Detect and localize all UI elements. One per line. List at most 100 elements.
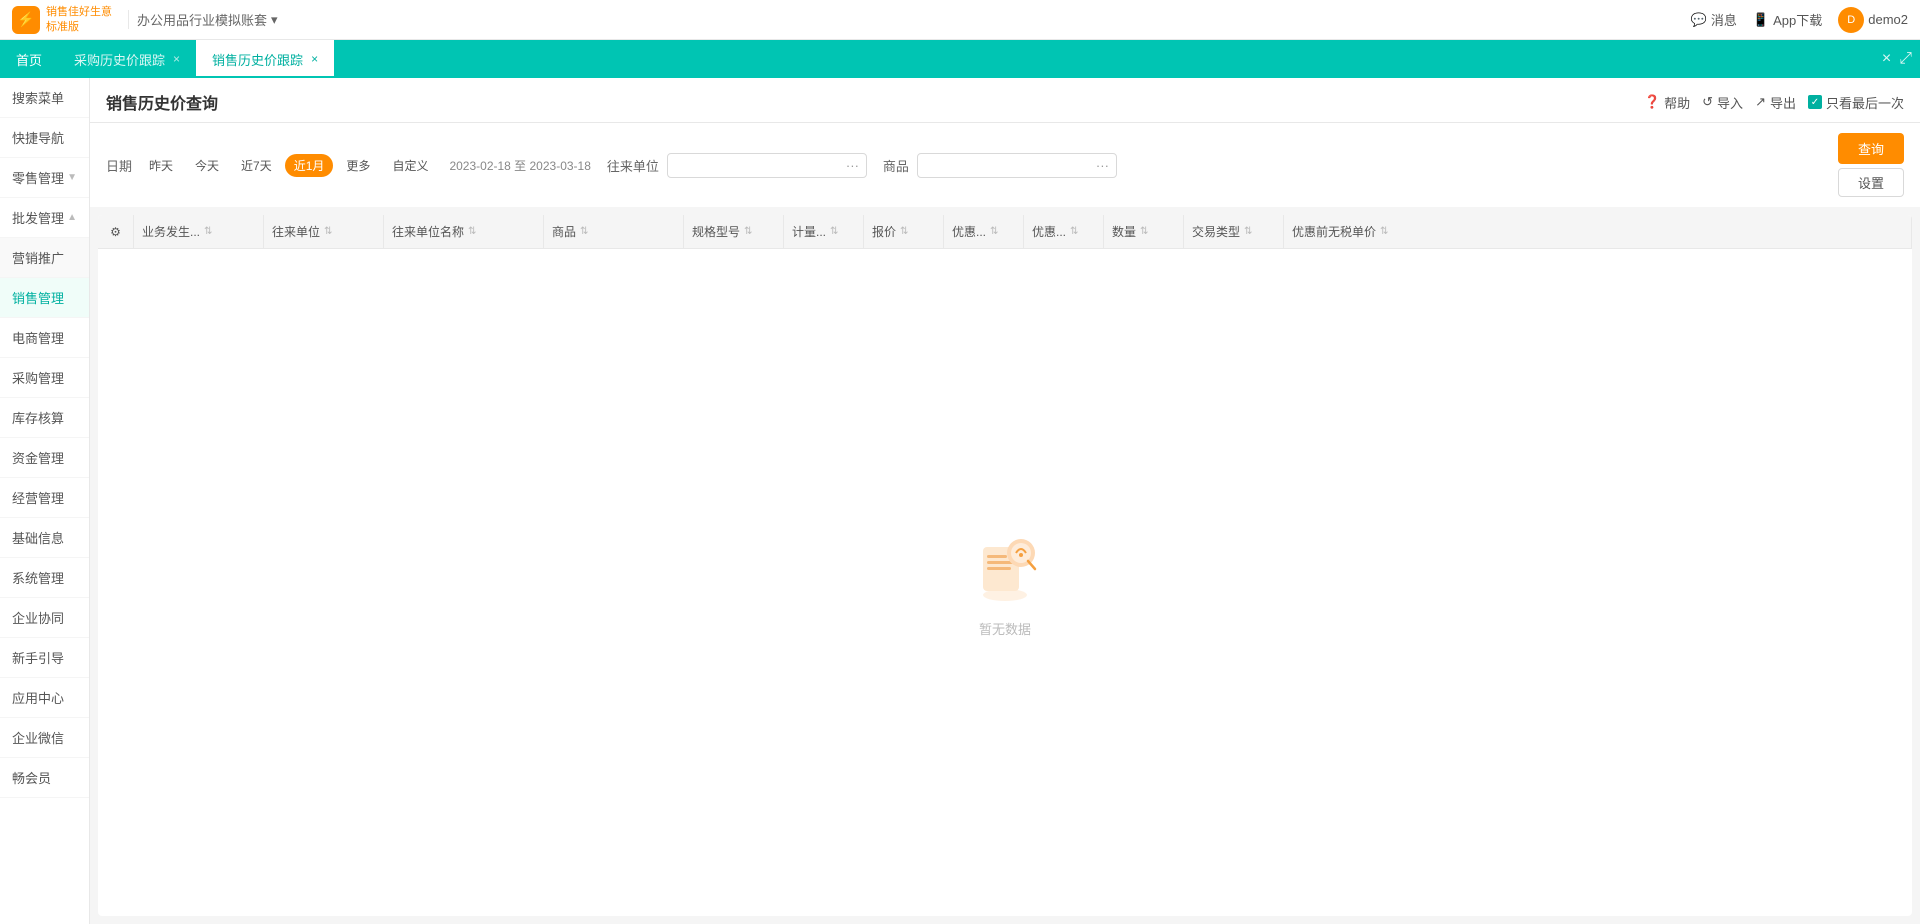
- page-header: 销售历史价查询 ❓ 帮助 ↺ 导入 ↗ 导出 ✓: [90, 78, 1920, 123]
- sidebar-item-wholesale-mgmt[interactable]: 批发管理 ▲: [0, 198, 89, 238]
- sidebar-item-new-guide[interactable]: 新手引导: [0, 638, 89, 678]
- product-input[interactable]: [917, 153, 1117, 178]
- th-date[interactable]: 业务发生... ⇅: [134, 215, 264, 248]
- export-btn[interactable]: ↗ 导出: [1755, 93, 1796, 112]
- settings-gear-icon: ⚙: [110, 225, 121, 239]
- top-bar: ⚡ 销售佳好生意 标准版 办公用品行业模拟账套 ▾ 💬 消息 📱 App下载 D…: [0, 0, 1920, 40]
- partner-input[interactable]: [667, 153, 867, 178]
- sort-icon: ⇅: [1380, 226, 1388, 237]
- import-btn[interactable]: ↺ 导入: [1702, 93, 1743, 112]
- date-btn-yesterday[interactable]: 昨天: [140, 154, 182, 177]
- sidebar-item-basic-info[interactable]: 基础信息: [0, 518, 89, 558]
- date-range-text: 2023-02-18 至 2023-03-18: [449, 157, 590, 174]
- th-trade-type[interactable]: 交易类型 ⇅: [1184, 215, 1284, 248]
- page-title: 销售历史价查询: [106, 90, 218, 114]
- date-btn-today[interactable]: 今天: [186, 154, 228, 177]
- th-spec[interactable]: 规格型号 ⇅: [684, 215, 784, 248]
- th-discount2[interactable]: 优惠... ⇅: [1024, 215, 1104, 248]
- only-last-checkbox[interactable]: ✓ 只看最后一次: [1808, 93, 1904, 112]
- sort-icon: ⇅: [204, 226, 212, 237]
- date-buttons: 昨天 今天 近7天 近1月 更多 自定义: [140, 154, 437, 177]
- user-profile-btn[interactable]: D demo2: [1838, 7, 1908, 33]
- message-btn[interactable]: 💬 消息: [1691, 10, 1737, 29]
- tab-home[interactable]: 首页: [0, 40, 58, 78]
- export-icon: ↗: [1755, 94, 1766, 110]
- sort-icon: ⇅: [990, 226, 998, 237]
- table-body: 暂无数据: [98, 249, 1912, 916]
- sidebar-item-enterprise-wechat[interactable]: 企业微信: [0, 718, 89, 758]
- tab-bar: 首页 采购历史价跟踪 × 销售历史价跟踪 × × ⤢: [0, 40, 1920, 78]
- partner-input-wrap: ···: [667, 153, 867, 178]
- sidebar-item-system-mgmt[interactable]: 系统管理: [0, 558, 89, 598]
- sort-icon: ⇅: [468, 226, 476, 237]
- help-btn[interactable]: ❓ 帮助: [1644, 93, 1690, 112]
- product-filter-group: 商品 ···: [883, 153, 1117, 178]
- message-icon: 💬: [1691, 12, 1707, 28]
- th-price[interactable]: 报价 ⇅: [864, 215, 944, 248]
- date-btn-1month[interactable]: 近1月: [285, 154, 334, 177]
- top-bar-left: ⚡ 销售佳好生意 标准版 办公用品行业模拟账套 ▾: [12, 5, 286, 34]
- app-selector[interactable]: 办公用品行业模拟账套 ▾: [128, 10, 286, 29]
- product-label: 商品: [883, 156, 909, 175]
- empty-state: 暂无数据: [98, 249, 1912, 916]
- th-gear[interactable]: ⚙: [98, 215, 134, 248]
- tab-purchase-history[interactable]: 采购历史价跟踪 ×: [58, 40, 196, 78]
- query-button[interactable]: 查询: [1838, 133, 1904, 164]
- content-area: 销售历史价查询 ❓ 帮助 ↺ 导入 ↗ 导出 ✓: [90, 78, 1920, 924]
- checkbox-icon: ✓: [1808, 95, 1822, 109]
- date-filter-group: 日期 昨天 今天 近7天 近1月 更多 自定义 2023-02-18 至 202…: [106, 154, 591, 177]
- th-unit[interactable]: 计量... ⇅: [784, 215, 864, 248]
- sidebar-item-search-menu[interactable]: 搜索菜单: [0, 78, 89, 118]
- logo-icon: ⚡: [12, 6, 40, 34]
- sort-icon: ⇅: [1140, 226, 1148, 237]
- sidebar-item-inventory[interactable]: 库存核算: [0, 398, 89, 438]
- date-label: 日期: [106, 156, 132, 175]
- sidebar-item-purchase-mgmt[interactable]: 采购管理: [0, 358, 89, 398]
- sidebar-subitem-sales-mgmt[interactable]: 销售管理: [0, 278, 89, 318]
- app-download-btn[interactable]: 📱 App下载: [1753, 10, 1822, 29]
- th-unit-code[interactable]: 往来单位 ⇅: [264, 215, 384, 248]
- sort-icon: ⇅: [830, 226, 838, 237]
- sidebar-item-app-center[interactable]: 应用中心: [0, 678, 89, 718]
- sidebar-item-enterprise-coop[interactable]: 企业协同: [0, 598, 89, 638]
- sort-icon: ⇅: [900, 226, 908, 237]
- sidebar-item-finance-mgmt[interactable]: 资金管理: [0, 438, 89, 478]
- top-bar-right: 💬 消息 📱 App下载 D demo2: [1691, 7, 1908, 33]
- tab-sales-history[interactable]: 销售历史价跟踪 ×: [196, 40, 334, 78]
- sidebar-item-vip-member[interactable]: 畅会员: [0, 758, 89, 798]
- date-btn-custom[interactable]: 自定义: [383, 154, 437, 177]
- sidebar-item-quick-nav[interactable]: 快捷导航: [0, 118, 89, 158]
- th-discount1[interactable]: 优惠... ⇅: [944, 215, 1024, 248]
- logo-text: 销售佳好生意 标准版: [46, 5, 112, 34]
- product-dots-icon[interactable]: ···: [1096, 158, 1109, 173]
- partner-label: 往来单位: [607, 156, 659, 175]
- product-input-wrap: ···: [917, 153, 1117, 178]
- sidebar-item-ecom-mgmt[interactable]: 电商管理: [0, 318, 89, 358]
- sidebar-item-retail-mgmt[interactable]: 零售管理 ▼: [0, 158, 89, 198]
- th-product[interactable]: 商品 ⇅: [544, 215, 684, 248]
- settings-button[interactable]: 设置: [1838, 168, 1904, 197]
- avatar: D: [1838, 7, 1864, 33]
- tab-close-sales[interactable]: ×: [311, 52, 318, 66]
- download-icon: 📱: [1753, 12, 1769, 28]
- main-layout: 搜索菜单 快捷导航 零售管理 ▼ 批发管理 ▲ 营销推广 销售管理 电商管理 采…: [0, 78, 1920, 924]
- sidebar-item-ops-mgmt[interactable]: 经营管理: [0, 478, 89, 518]
- import-icon: ↺: [1702, 94, 1713, 110]
- tab-close-purchase[interactable]: ×: [173, 52, 180, 66]
- sidebar-subitem-marketing[interactable]: 营销推广: [0, 238, 89, 278]
- tab-bar-actions: × ⤢: [1882, 50, 1920, 68]
- th-unit-name[interactable]: 往来单位名称 ⇅: [384, 215, 544, 248]
- table-header: ⚙ 业务发生... ⇅ 往来单位 ⇅ 往来单位名称 ⇅ 商品 ⇅: [98, 215, 1912, 249]
- filter-row: 日期 昨天 今天 近7天 近1月 更多 自定义 2023-02-18 至 202…: [90, 123, 1920, 207]
- th-qty[interactable]: 数量 ⇅: [1104, 215, 1184, 248]
- table-area: ⚙ 业务发生... ⇅ 往来单位 ⇅ 往来单位名称 ⇅ 商品 ⇅: [98, 215, 1912, 916]
- th-pretax-price[interactable]: 优惠前无税单价 ⇅: [1284, 215, 1912, 248]
- sort-icon: ⇅: [324, 226, 332, 237]
- date-btn-7days[interactable]: 近7天: [232, 154, 281, 177]
- empty-text: 暂无数据: [979, 619, 1031, 638]
- partner-dots-icon[interactable]: ···: [846, 158, 859, 173]
- empty-illustration: [965, 527, 1045, 607]
- date-btn-more[interactable]: 更多: [337, 154, 379, 177]
- fullscreen-btn[interactable]: ⤢: [1899, 50, 1912, 68]
- close-all-tabs-btn[interactable]: ×: [1882, 50, 1891, 68]
